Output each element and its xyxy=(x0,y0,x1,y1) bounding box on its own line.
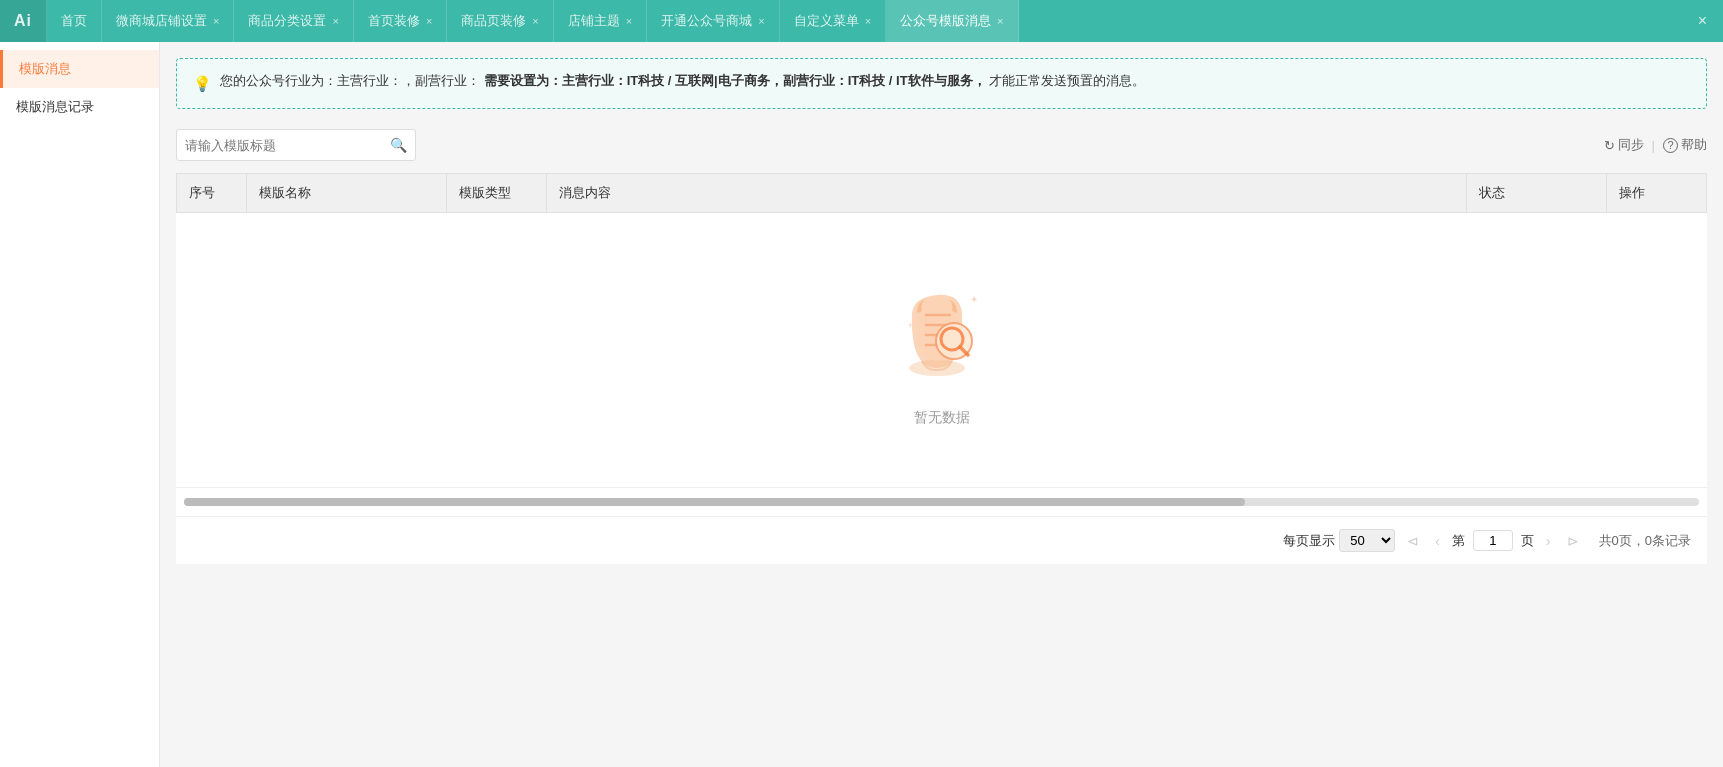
page-next-button[interactable]: › xyxy=(1542,531,1555,551)
svg-text:✦: ✦ xyxy=(970,294,978,305)
search-input[interactable] xyxy=(185,138,390,153)
help-icon: ? xyxy=(1663,138,1678,153)
close-custom-menu[interactable]: × xyxy=(865,15,871,27)
content-area: 💡 您的公众号行业为：主营行业：，副营行业： 需要设置为：主营行业：IT科技 /… xyxy=(160,42,1723,767)
tab-shop-theme[interactable]: 店铺主题 × xyxy=(554,0,647,42)
right-actions: ↻ 同步 | ? 帮助 xyxy=(1604,136,1707,154)
close-template-msg[interactable]: × xyxy=(997,15,1003,27)
scroll-bar-row[interactable] xyxy=(176,487,1707,516)
sync-button[interactable]: ↻ 同步 xyxy=(1604,136,1644,154)
close-category-settings[interactable]: × xyxy=(332,15,338,27)
page-size-dropdown[interactable]: 50 10 20 100 xyxy=(1339,529,1395,552)
empty-illustration: ✦ ✦ xyxy=(882,273,1002,393)
tab-home[interactable]: 首页 xyxy=(47,0,102,42)
col-content: 消息内容 xyxy=(547,174,1467,213)
page-last-button[interactable]: ⊳ xyxy=(1563,531,1583,551)
tab-home-decor[interactable]: 首页装修 × xyxy=(354,0,447,42)
sidebar: 模版消息 模版消息记录 xyxy=(0,42,160,767)
close-shop-theme[interactable]: × xyxy=(626,15,632,27)
col-name: 模版名称 xyxy=(247,174,447,213)
notice-text: 您的公众号行业为：主营行业：，副营行业： 需要设置为：主营行业：IT科技 / 互… xyxy=(220,71,1145,92)
notice-icon: 💡 xyxy=(193,72,212,96)
svg-text:✦: ✦ xyxy=(907,321,914,330)
scroll-thumb[interactable] xyxy=(184,498,1245,506)
tab-category-settings[interactable]: 商品分类设置 × xyxy=(234,0,353,42)
tab-open-mall[interactable]: 开通公众号商城 × xyxy=(647,0,779,42)
table-header-row: 序号 模版名称 模版类型 消息内容 状态 操作 xyxy=(177,174,1707,213)
search-input-wrap[interactable]: 🔍 xyxy=(176,129,416,161)
page-prev-button[interactable]: ‹ xyxy=(1431,531,1444,551)
sidebar-item-template-msg-log[interactable]: 模版消息记录 xyxy=(0,88,159,126)
window-close-button[interactable]: × xyxy=(1682,0,1723,42)
col-type: 模版类型 xyxy=(447,174,547,213)
page-number-input[interactable] xyxy=(1473,530,1513,551)
divider: | xyxy=(1652,138,1655,153)
col-action: 操作 xyxy=(1607,174,1707,213)
logo-text: Ai xyxy=(14,12,32,30)
page-size-select: 每页显示 50 10 20 100 xyxy=(1283,529,1395,552)
col-index: 序号 xyxy=(177,174,247,213)
total-count: 共0页，0条记录 xyxy=(1599,532,1691,550)
pagination-row: 每页显示 50 10 20 100 ⊲ ‹ 第 页 › ⊳ 共0页，0条记录 xyxy=(176,516,1707,564)
empty-state: ✦ ✦ 暂无数据 xyxy=(177,213,1707,487)
tab-template-msg[interactable]: 公众号模版消息 × xyxy=(886,0,1018,42)
tab-custom-menu[interactable]: 自定义菜单 × xyxy=(780,0,886,42)
close-home-decor[interactable]: × xyxy=(426,15,432,27)
sidebar-item-template-msg[interactable]: 模版消息 xyxy=(0,50,159,88)
tab-shop-settings[interactable]: 微商城店铺设置 × xyxy=(102,0,234,42)
data-table: 序号 模版名称 模版类型 消息内容 状态 操作 xyxy=(176,173,1707,487)
table-container: 序号 模版名称 模版类型 消息内容 状态 操作 xyxy=(176,173,1707,564)
empty-text: 暂无数据 xyxy=(914,409,970,427)
search-row: 🔍 ↻ 同步 | ? 帮助 xyxy=(176,129,1707,161)
top-nav: Ai 首页 微商城店铺设置 × 商品分类设置 × 首页装修 × 商品页装修 × … xyxy=(0,0,1723,42)
notice-box: 💡 您的公众号行业为：主营行业：，副营行业： 需要设置为：主营行业：IT科技 /… xyxy=(176,58,1707,109)
scroll-track[interactable] xyxy=(184,498,1699,506)
tab-product-decor[interactable]: 商品页装修 × xyxy=(447,0,553,42)
col-status: 状态 xyxy=(1467,174,1607,213)
search-icon[interactable]: 🔍 xyxy=(390,137,407,153)
page-first-button[interactable]: ⊲ xyxy=(1403,531,1423,551)
table-empty-row: ✦ ✦ 暂无数据 xyxy=(177,213,1707,488)
close-product-decor[interactable]: × xyxy=(532,15,538,27)
main-layout: 模版消息 模版消息记录 💡 您的公众号行业为：主营行业：，副营行业： 需要设置为… xyxy=(0,42,1723,767)
close-open-mall[interactable]: × xyxy=(758,15,764,27)
logo-tab[interactable]: Ai xyxy=(0,0,47,42)
help-button[interactable]: ? 帮助 xyxy=(1663,136,1707,154)
sync-icon: ↻ xyxy=(1604,138,1615,153)
close-shop-settings[interactable]: × xyxy=(213,15,219,27)
